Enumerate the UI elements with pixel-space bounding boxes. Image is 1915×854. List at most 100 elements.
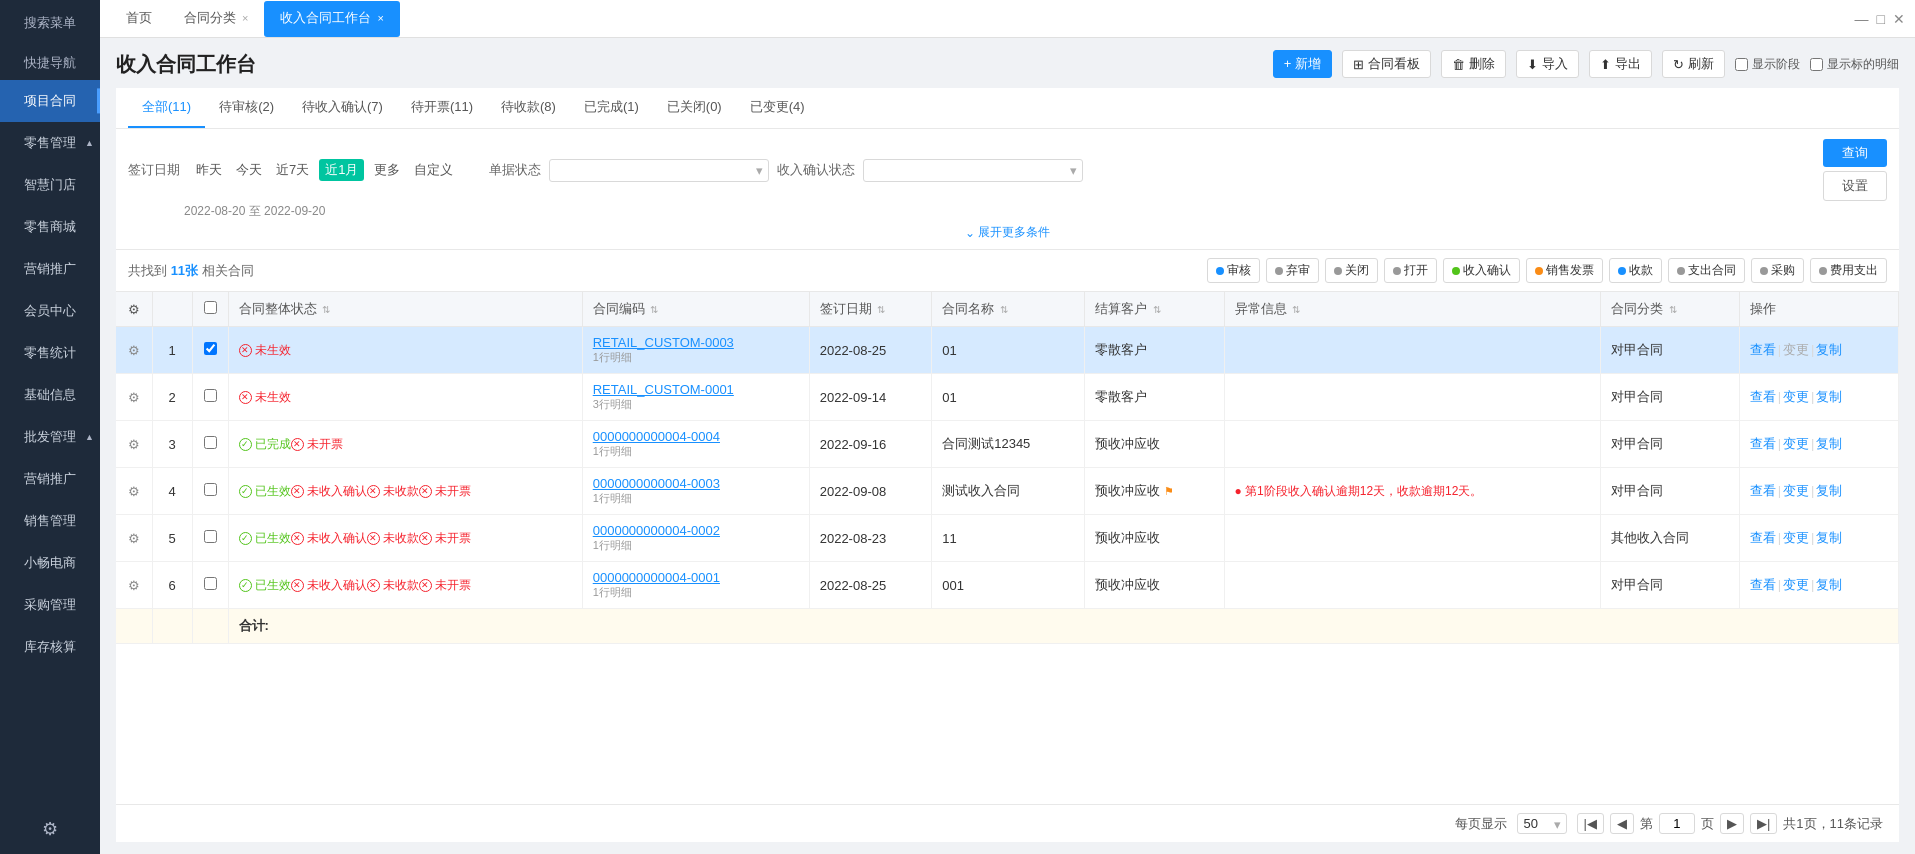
maximize-button[interactable]: □ — [1877, 11, 1885, 27]
row-settings-4[interactable]: ⚙ — [116, 468, 152, 515]
status-tab-pending-invoice[interactable]: 待开票(11) — [397, 88, 487, 128]
status-tab-changed[interactable]: 已变更(4) — [736, 88, 819, 128]
date-opt-last1month[interactable]: 近1月 — [319, 159, 364, 181]
op-复制-6[interactable]: 复制 — [1816, 577, 1842, 592]
sidebar-item-inventory[interactable]: 库存核算 — [0, 626, 100, 668]
export-button[interactable]: ⬆ 导出 — [1589, 50, 1652, 78]
op-复制-2[interactable]: 复制 — [1816, 389, 1842, 404]
tab-contract-category[interactable]: 合同分类× — [168, 1, 264, 37]
show-details-checkbox[interactable]: 显示标的明细 — [1810, 56, 1899, 73]
page-number-input[interactable] — [1659, 813, 1695, 834]
contract-code-link-1[interactable]: RETAIL_CUSTOM-0003 — [593, 335, 734, 350]
sidebar-item-retail-mgmt[interactable]: 零售管理 — [0, 122, 100, 164]
sidebar-item-marketing[interactable]: 营销推广 — [0, 248, 100, 290]
contract-code-link-3[interactable]: 0000000000004-0004 — [593, 429, 720, 444]
status-tab-all[interactable]: 全部(11) — [128, 88, 205, 128]
op-变更-3[interactable]: 变更 — [1783, 436, 1809, 451]
contract-board-button[interactable]: ⊞ 合同看板 — [1342, 50, 1431, 78]
status-tab-closed[interactable]: 已关闭(0) — [653, 88, 736, 128]
prev-page-button[interactable]: ◀ — [1610, 813, 1634, 834]
row-settings-2[interactable]: ⚙ — [116, 374, 152, 421]
refresh-button[interactable]: ↻ 刷新 — [1662, 50, 1725, 78]
op-复制-4[interactable]: 复制 — [1816, 483, 1842, 498]
sidebar-item-sales-mgmt[interactable]: 销售管理 — [0, 500, 100, 542]
tab-close-contract-category[interactable]: × — [242, 12, 248, 24]
delete-button[interactable]: 🗑 删除 — [1441, 50, 1506, 78]
date-opt-last7days[interactable]: 近7天 — [272, 159, 313, 181]
minimize-button[interactable]: — — [1855, 11, 1869, 27]
op-复制-1[interactable]: 复制 — [1816, 342, 1842, 357]
last-page-button[interactable]: ▶| — [1750, 813, 1777, 834]
action-abandon-button[interactable]: 弃审 — [1266, 258, 1319, 283]
import-button[interactable]: ⬇ 导入 — [1516, 50, 1579, 78]
op-复制-5[interactable]: 复制 — [1816, 530, 1842, 545]
op-变更-4[interactable]: 变更 — [1783, 483, 1809, 498]
income-confirm-select[interactable] — [863, 159, 1083, 182]
date-opt-more[interactable]: 更多 — [370, 159, 404, 181]
date-opt-custom[interactable]: 自定义 — [410, 159, 457, 181]
date-opt-yesterday[interactable]: 昨天 — [192, 159, 226, 181]
row-settings-6[interactable]: ⚙ — [116, 562, 152, 609]
sidebar-item-xiaopang[interactable]: 小畅电商 — [0, 542, 100, 584]
show-fields-input[interactable] — [1735, 58, 1748, 71]
show-details-input[interactable] — [1810, 58, 1823, 71]
tab-income-contract[interactable]: 收入合同工作台× — [264, 1, 399, 37]
sidebar-item-base-info[interactable]: 基础信息 — [0, 374, 100, 416]
sidebar-nav[interactable]: 快捷导航 — [0, 46, 100, 80]
op-变更-2[interactable]: 变更 — [1783, 389, 1809, 404]
op-查看-5[interactable]: 查看 — [1750, 530, 1776, 545]
set-button[interactable]: 设置 — [1823, 171, 1887, 201]
sidebar-item-retail-stats[interactable]: 零售统计 — [0, 332, 100, 374]
action-open-button[interactable]: 打开 — [1384, 258, 1437, 283]
sidebar-settings[interactable]: ⚙ — [0, 804, 100, 854]
sidebar-item-retail-mall[interactable]: 零售商城 — [0, 206, 100, 248]
row-check-5[interactable] — [192, 515, 228, 562]
row-check-4[interactable] — [192, 468, 228, 515]
op-查看-3[interactable]: 查看 — [1750, 436, 1776, 451]
action-income-confirm-button[interactable]: 收入确认 — [1443, 258, 1520, 283]
first-page-button[interactable]: |◀ — [1577, 813, 1604, 834]
add-button[interactable]: + 新增 — [1273, 50, 1332, 78]
tab-home[interactable]: 首页 — [110, 1, 168, 37]
row-check-6[interactable] — [192, 562, 228, 609]
query-button[interactable]: 查询 — [1823, 139, 1887, 167]
tab-close-income-contract[interactable]: × — [377, 12, 383, 24]
contract-code-link-5[interactable]: 0000000000004-0002 — [593, 523, 720, 538]
row-check-3[interactable] — [192, 421, 228, 468]
row-settings-1[interactable]: ⚙ — [116, 327, 152, 374]
op-查看-6[interactable]: 查看 — [1750, 577, 1776, 592]
status-tab-pending-confirm[interactable]: 待收入确认(7) — [288, 88, 397, 128]
status-tab-pending-collect[interactable]: 待收款(8) — [487, 88, 570, 128]
sidebar-item-smart-store[interactable]: 智慧门店 — [0, 164, 100, 206]
op-查看-4[interactable]: 查看 — [1750, 483, 1776, 498]
status-tab-completed[interactable]: 已完成(1) — [570, 88, 653, 128]
action-collect-button[interactable]: 收款 — [1609, 258, 1662, 283]
sidebar-item-wholesale[interactable]: 批发管理 — [0, 416, 100, 458]
sidebar-item-project[interactable]: 项目合同 — [0, 80, 100, 122]
date-opt-today[interactable]: 今天 — [232, 159, 266, 181]
sidebar-item-member[interactable]: 会员中心 — [0, 290, 100, 332]
doc-status-select[interactable] — [549, 159, 769, 182]
expand-button[interactable]: ⌄ 展开更多条件 — [965, 224, 1050, 241]
op-变更-5[interactable]: 变更 — [1783, 530, 1809, 545]
contract-code-link-4[interactable]: 0000000000004-0003 — [593, 476, 720, 491]
close-button[interactable]: ✕ — [1893, 11, 1905, 27]
row-check-1[interactable] — [192, 327, 228, 374]
action-sales-invoice-button[interactable]: 销售发票 — [1526, 258, 1603, 283]
op-查看-2[interactable]: 查看 — [1750, 389, 1776, 404]
sidebar-item-sales-marketing[interactable]: 营销推广 — [0, 458, 100, 500]
op-变更-6[interactable]: 变更 — [1783, 577, 1809, 592]
action-expense-out-button[interactable]: 费用支出 — [1810, 258, 1887, 283]
action-close-button[interactable]: 关闭 — [1325, 258, 1378, 283]
contract-code-link-6[interactable]: 0000000000004-0001 — [593, 570, 720, 585]
op-复制-3[interactable]: 复制 — [1816, 436, 1842, 451]
row-check-2[interactable] — [192, 374, 228, 421]
show-fields-checkbox[interactable]: 显示阶段 — [1735, 56, 1800, 73]
action-purchase-button[interactable]: 采购 — [1751, 258, 1804, 283]
select-all-checkbox[interactable] — [204, 301, 217, 314]
action-expense-contract-button[interactable]: 支出合同 — [1668, 258, 1745, 283]
next-page-button[interactable]: ▶ — [1720, 813, 1744, 834]
action-review-button[interactable]: 审核 — [1207, 258, 1260, 283]
row-settings-3[interactable]: ⚙ — [116, 421, 152, 468]
sidebar-item-purchase[interactable]: 采购管理 — [0, 584, 100, 626]
